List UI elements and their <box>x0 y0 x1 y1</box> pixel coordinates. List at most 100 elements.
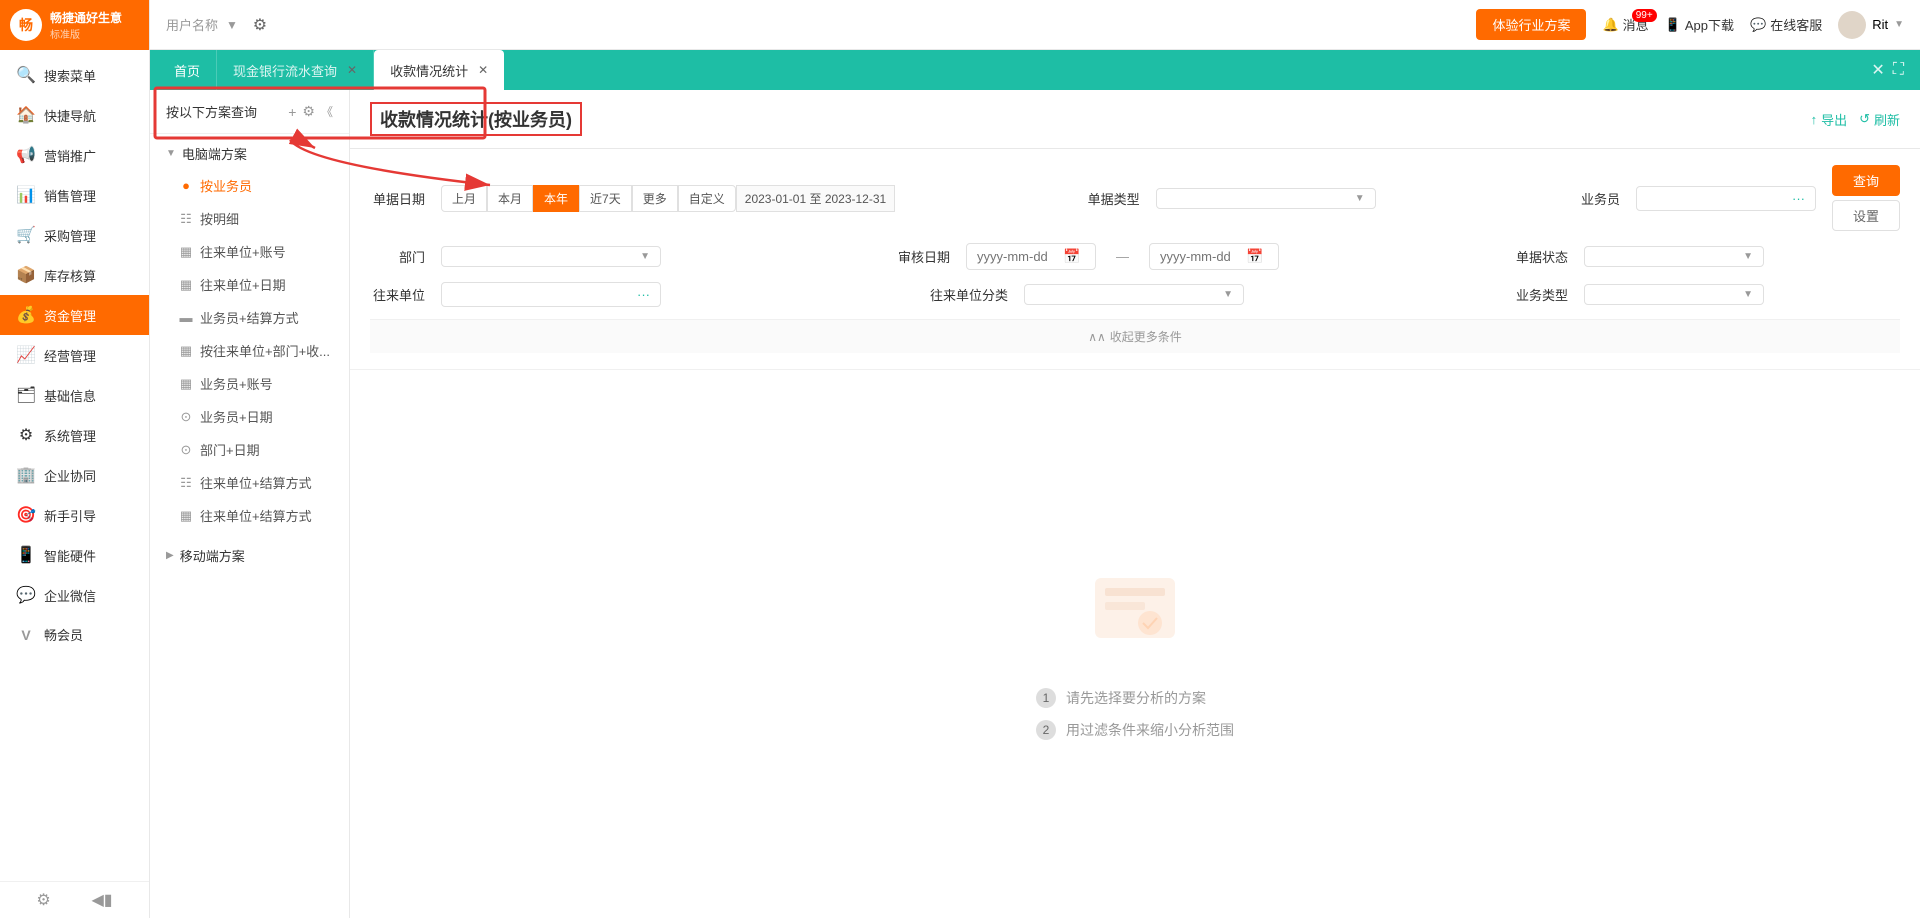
topbar-settings-icon[interactable]: ⚙ <box>246 11 274 39</box>
date-filter-label: 单据日期 <box>370 189 425 208</box>
salesperson-more-icon[interactable]: ··· <box>1792 191 1805 206</box>
tab-home[interactable]: 首页 <box>158 50 217 90</box>
close-all-tabs-icon[interactable]: ✕ <box>1871 60 1884 80</box>
scheme-collapse-icon[interactable]: 《 <box>321 103 333 120</box>
logo-icon: 畅 <box>10 9 42 41</box>
business-type-select[interactable]: ▼ <box>1584 284 1764 305</box>
tip-1-text: 请先选择要分析的方案 <box>1066 688 1206 708</box>
scheme-item-by-detail[interactable]: ☷ 按明细 <box>150 202 349 235</box>
sidebar-item-system[interactable]: ⚙ 系统管理 <box>0 415 149 455</box>
date-quick-select: 上月 本月 本年 近7天 更多 自定义 2023-01-01 至 2023-12… <box>441 185 895 212</box>
settings-bottom-icon[interactable]: ⚙ <box>36 890 50 910</box>
sidebar-bottom: ⚙ ◀▮ <box>0 881 149 918</box>
salesperson-select[interactable]: ··· <box>1636 186 1816 211</box>
tab-bank-flow-close-icon[interactable]: ✕ <box>347 63 357 77</box>
sidebar-item-purchase[interactable]: 🛒 采购管理 <box>0 215 149 255</box>
scheme-item-partner-account[interactable]: ▦ 往来单位+账号 <box>150 235 349 268</box>
settings-button[interactable]: 设置 <box>1832 200 1900 231</box>
table-icon-3: ▦ <box>178 343 194 359</box>
scheme-settings-icon[interactable]: ⚙ <box>302 103 315 120</box>
tip-2-number: 2 <box>1036 720 1056 740</box>
sidebar-item-operation[interactable]: 📈 经营管理 <box>0 335 149 375</box>
scheme-item-label: 往来单位+结算方式 <box>200 473 312 492</box>
sidebar-item-corp[interactable]: 🏢 企业协同 <box>0 455 149 495</box>
avatar <box>1838 11 1866 39</box>
scheme-item-partner-date[interactable]: ▦ 往来单位+日期 <box>150 268 349 301</box>
app-download-button[interactable]: 📱 App下载 <box>1665 15 1734 34</box>
review-date-to-input[interactable]: 📅 <box>1149 243 1279 270</box>
scheme-item-label: 业务员+日期 <box>200 407 273 426</box>
empty-illustration <box>1075 548 1195 668</box>
finance-icon: 💰 <box>16 305 36 325</box>
date-range-display: 2023-01-01 至 2023-12-31 <box>736 185 895 212</box>
wechat-icon: 💬 <box>16 585 36 605</box>
refresh-button[interactable]: ↺ 刷新 <box>1859 110 1900 129</box>
sidebar-item-guide[interactable]: 🎯 新手引导 <box>0 495 149 535</box>
date-btn-last7[interactable]: 近7天 <box>579 185 632 212</box>
scheme-item-salesperson-account[interactable]: ▦ 业务员+账号 <box>150 367 349 400</box>
message-button[interactable]: 🔔 消息 99+ <box>1602 15 1648 34</box>
collapse-filters-button[interactable]: ∧∧ 收起更多条件 <box>370 319 1900 353</box>
date-btn-this-year[interactable]: 本年 <box>533 185 579 212</box>
sidebar-item-search-menu[interactable]: 🔍 搜索菜单 <box>0 55 149 95</box>
scheme-group-mobile: ▶ 移动端方案 <box>150 536 349 575</box>
date-btn-this-month[interactable]: 本月 <box>487 185 533 212</box>
collapse-sidebar-icon[interactable]: ◀▮ <box>91 890 112 910</box>
sidebar-item-marketing[interactable]: 📢 营销推广 <box>0 135 149 175</box>
date-btn-custom[interactable]: 自定义 <box>678 185 736 212</box>
page-area: 按以下方案查询 + ⚙ 《 ▼ 电脑端方案 ● 按业务员 ☷ <box>150 90 1920 918</box>
trial-button[interactable]: 体验行业方案 <box>1476 9 1586 40</box>
date-btn-more[interactable]: 更多 <box>632 185 678 212</box>
active-item-icon: ● <box>178 178 194 193</box>
doc-type-select[interactable]: ▼ <box>1156 188 1376 209</box>
tab-collection-stats-close-icon[interactable]: ✕ <box>478 63 488 77</box>
export-button[interactable]: ↑ 导出 <box>1811 110 1848 129</box>
purchase-icon: 🛒 <box>16 225 36 245</box>
sidebar-item-sales[interactable]: 📊 销售管理 <box>0 175 149 215</box>
sidebar-nav: 🔍 搜索菜单 🏠 快捷导航 📢 营销推广 📊 销售管理 🛒 采购管理 📦 库存核… <box>0 50 149 881</box>
scheme-item-label: 业务员+结算方式 <box>200 308 299 327</box>
review-date-to-field[interactable] <box>1160 249 1240 264</box>
user-chevron-icon: ▼ <box>1894 19 1904 30</box>
sidebar-item-finance[interactable]: 💰 资金管理 <box>0 295 149 335</box>
doc-status-select[interactable]: ▼ <box>1584 246 1764 267</box>
scheme-item-salesperson-settlement[interactable]: ▬ 业务员+结算方式 <box>150 301 349 334</box>
query-button[interactable]: 查询 <box>1832 165 1900 196</box>
scheme-item-label: 按明细 <box>200 209 239 228</box>
sidebar-item-inventory[interactable]: 📦 库存核算 <box>0 255 149 295</box>
dept-select[interactable]: ▼ <box>441 246 661 267</box>
online-service-button[interactable]: 💬 在线客服 <box>1750 15 1822 34</box>
sidebar-item-wechat[interactable]: 💬 企业微信 <box>0 575 149 615</box>
partner-more-icon[interactable]: ··· <box>637 287 650 302</box>
date-btn-last-month[interactable]: 上月 <box>441 185 487 212</box>
scheme-item-by-salesperson[interactable]: ● 按业务员 <box>150 169 349 202</box>
review-date-filter-label: 审核日期 <box>895 247 950 266</box>
filter-row-partner: 往来单位 ··· 往来单位分类 ▼ 业务类型 ▼ <box>370 282 1900 307</box>
review-date-from-field[interactable] <box>977 249 1057 264</box>
sidebar-item-hardware[interactable]: 📱 智能硬件 <box>0 535 149 575</box>
filter-row-date: 单据日期 上月 本月 本年 近7天 更多 自定义 2023-01-01 至 20… <box>370 165 1900 231</box>
left-panel-title: 按以下方案查询 <box>166 102 257 121</box>
left-panel-actions: + ⚙ 《 <box>288 103 333 120</box>
sidebar-item-quick-nav[interactable]: 🏠 快捷导航 <box>0 95 149 135</box>
fullscreen-icon[interactable]: ⛶ <box>1893 61 1904 79</box>
scheme-item-partner-settlement1[interactable]: ☷ 往来单位+结算方式 <box>150 466 349 499</box>
scheme-group-mobile-header[interactable]: ▶ 移动端方案 <box>150 540 349 571</box>
scheme-item-label: 按往来单位+部门+收... <box>200 341 330 360</box>
partner-select[interactable]: ··· <box>441 282 661 307</box>
sidebar-item-vip[interactable]: V 畅会员 <box>0 615 149 654</box>
tab-collection-stats[interactable]: 收款情况统计 ✕ <box>374 50 504 90</box>
doc-status-chevron-icon: ▼ <box>1743 251 1753 262</box>
review-date-from-input[interactable]: 📅 <box>966 243 1096 270</box>
scheme-item-dept-date[interactable]: ⊙ 部门+日期 <box>150 433 349 466</box>
partner-category-select[interactable]: ▼ <box>1024 284 1244 305</box>
add-scheme-icon[interactable]: + <box>288 104 296 120</box>
scheme-item-partner-settlement2[interactable]: ▦ 往来单位+结算方式 <box>150 499 349 532</box>
scheme-item-partner-dept[interactable]: ▦ 按往来单位+部门+收... <box>150 334 349 367</box>
tab-bank-flow[interactable]: 现金银行流水查询 ✕ <box>217 50 374 90</box>
scheme-group-desktop-header[interactable]: ▼ 电脑端方案 <box>150 138 349 169</box>
user-menu[interactable]: Rit ▼ <box>1838 11 1904 39</box>
sidebar-item-basic[interactable]: 🗂 基础信息 <box>0 375 149 415</box>
tip-1-number: 1 <box>1036 688 1056 708</box>
scheme-item-salesperson-date[interactable]: ⊙ 业务员+日期 <box>150 400 349 433</box>
